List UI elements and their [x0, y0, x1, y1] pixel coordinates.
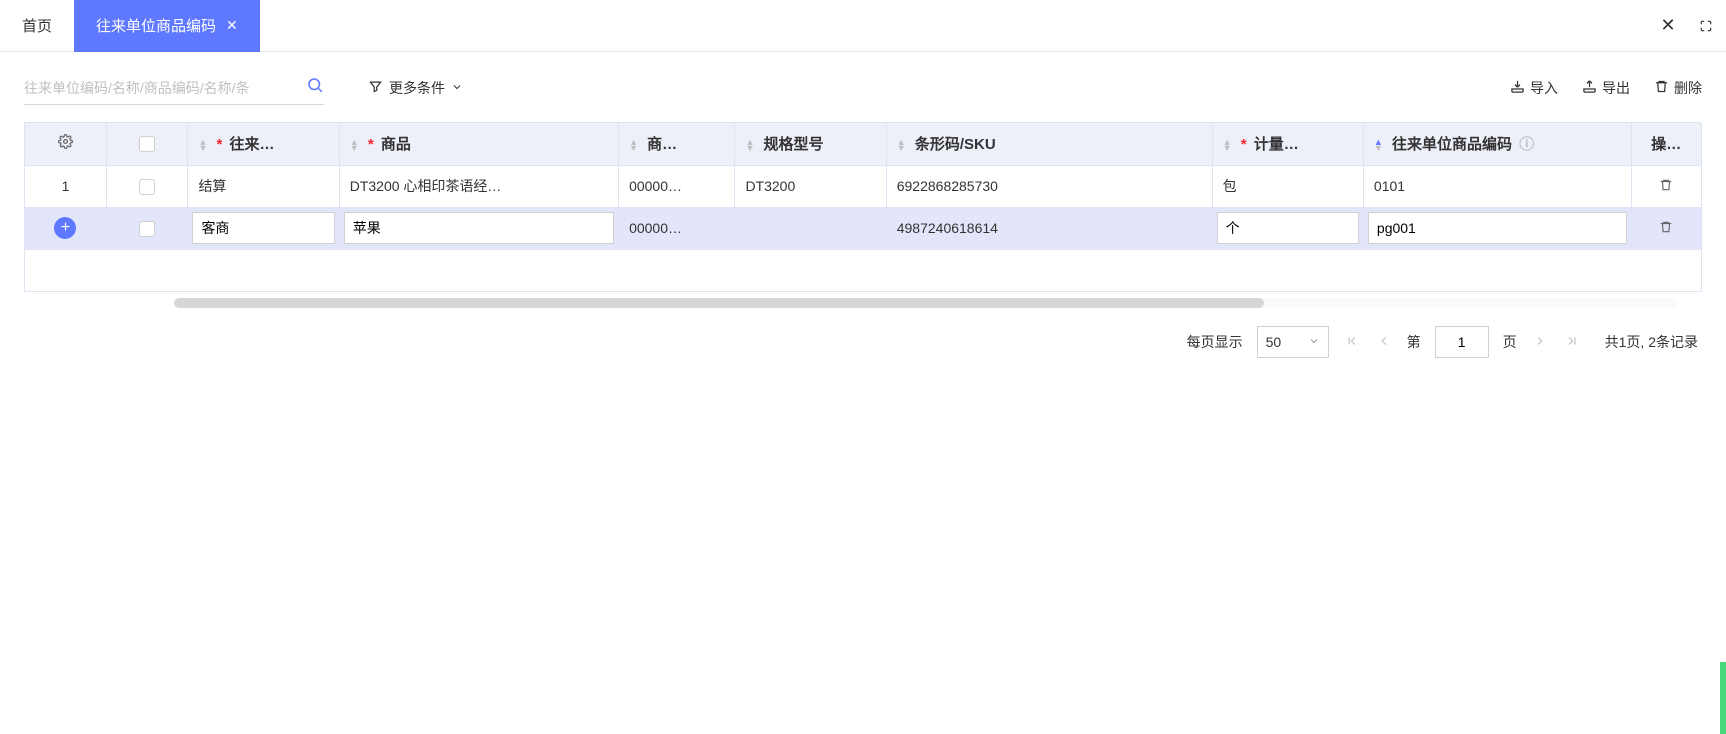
column-uom-label: 计量… [1254, 136, 1299, 153]
prev-page-button[interactable] [1375, 334, 1393, 351]
column-partner-product-code-label: 往来单位商品编码 [1392, 136, 1512, 153]
search-input[interactable] [24, 80, 302, 96]
sort-icon: ▲▼ [350, 139, 359, 151]
search-icon[interactable] [306, 76, 324, 99]
column-settings[interactable] [25, 123, 106, 165]
per-page-label: 每页显示 [1187, 332, 1243, 352]
column-action-label: 操… [1651, 136, 1681, 153]
required-star: * [217, 136, 223, 153]
row-checkbox[interactable] [139, 179, 155, 195]
uom-input[interactable] [1217, 212, 1359, 244]
page-input[interactable] [1435, 326, 1489, 358]
trash-icon[interactable] [1659, 179, 1673, 195]
cell-product[interactable]: DT3200 心相印茶语经… [339, 165, 618, 207]
cell-partner-product-code[interactable]: 0101 [1363, 165, 1631, 207]
column-product-code-label: 商… [647, 136, 677, 153]
column-barcode[interactable]: ▲▼ 条形码/SKU [886, 123, 1212, 165]
export-button[interactable]: 导出 [1582, 78, 1630, 98]
last-page-button[interactable] [1563, 334, 1581, 351]
table-empty-space [25, 249, 1701, 291]
data-table: ▲▼ * 往来… ▲▼ * 商品 ▲▼ 商… ▲▼ 规格型号 [25, 123, 1701, 291]
chevron-down-icon [451, 81, 463, 96]
sort-icon: ▲▼ [897, 139, 906, 151]
partner-input[interactable] [192, 212, 334, 244]
close-all-icon[interactable]: ✕ [1658, 16, 1678, 36]
table-header-row: ▲▼ * 往来… ▲▼ * 商品 ▲▼ 商… ▲▼ 规格型号 [25, 123, 1701, 165]
toolbar: 更多条件 导入 导出 删除 [0, 62, 1726, 114]
cell-product-code: 00000… [619, 165, 735, 207]
tab-home-label: 首页 [22, 15, 52, 36]
column-partner[interactable]: ▲▼ * 往来… [188, 123, 339, 165]
sort-icon: ▲▼ [1374, 139, 1383, 151]
partner-product-code-input[interactable] [1368, 212, 1627, 244]
per-page-value: 50 [1266, 334, 1282, 350]
product-input[interactable] [344, 212, 614, 244]
sort-icon: ▲▼ [745, 139, 754, 151]
fullscreen-icon[interactable] [1696, 16, 1716, 36]
cell-product-code: 00000… [619, 207, 735, 249]
help-icon[interactable]: ⓘ [1519, 136, 1534, 153]
page-label-suffix: 页 [1503, 332, 1517, 352]
sort-icon: ▲▼ [629, 139, 638, 151]
gear-icon [58, 136, 73, 153]
cell-uom[interactable]: 包 [1212, 165, 1363, 207]
chevron-down-icon [1308, 335, 1320, 350]
close-icon[interactable]: ✕ [226, 17, 238, 34]
column-partner-product-code[interactable]: ▲▼ 往来单位商品编码 ⓘ [1363, 123, 1631, 165]
row-checkbox[interactable] [139, 221, 155, 237]
cell-spec [735, 207, 886, 249]
column-uom[interactable]: ▲▼ * 计量… [1212, 123, 1363, 165]
trash-icon [1654, 79, 1669, 98]
next-page-button[interactable] [1531, 334, 1549, 351]
column-product[interactable]: ▲▼ * 商品 [339, 123, 618, 165]
pagination-summary: 共1页, 2条记录 [1605, 332, 1698, 352]
page-label-prefix: 第 [1407, 332, 1421, 352]
cell-spec: DT3200 [735, 165, 886, 207]
trash-icon[interactable] [1659, 221, 1673, 237]
import-icon [1510, 79, 1525, 98]
column-spec-label: 规格型号 [764, 136, 824, 153]
tab-partner-product-code[interactable]: 往来单位商品编码 ✕ [74, 0, 260, 52]
cell-barcode: 4987240618614 [886, 207, 1212, 249]
column-action: 操… [1631, 123, 1701, 165]
column-barcode-label: 条形码/SKU [915, 136, 996, 153]
import-label: 导入 [1530, 78, 1558, 98]
tab-home[interactable]: 首页 [0, 0, 74, 52]
import-button[interactable]: 导入 [1510, 78, 1558, 98]
column-checkbox[interactable] [106, 123, 187, 165]
per-page-select[interactable]: 50 [1257, 326, 1329, 358]
delete-button[interactable]: 删除 [1654, 78, 1702, 98]
tabs-bar: 首页 往来单位商品编码 ✕ ✕ [0, 0, 1726, 52]
tab-active-label: 往来单位商品编码 [96, 15, 216, 36]
cell-add: + [25, 207, 106, 249]
filter-icon [368, 79, 383, 98]
cell-index: 1 [25, 165, 106, 207]
more-filters-label: 更多条件 [389, 78, 445, 98]
pagination: 每页显示 50 第 页 共1页, 2条记录 [0, 312, 1726, 358]
sort-icon: ▲▼ [1223, 139, 1232, 151]
table-row[interactable]: 1 结算 DT3200 心相印茶语经… 00000… DT3200 692286… [25, 165, 1701, 207]
export-icon [1582, 79, 1597, 98]
cell-barcode: 6922868285730 [886, 165, 1212, 207]
first-page-button[interactable] [1343, 334, 1361, 351]
checkbox-all[interactable] [139, 136, 155, 152]
scrollbar-thumb[interactable] [174, 298, 1264, 308]
delete-label: 删除 [1674, 78, 1702, 98]
side-indicator [1720, 662, 1726, 734]
table-row[interactable]: + 00000… 4987240618614 [25, 207, 1701, 249]
column-product-code[interactable]: ▲▼ 商… [619, 123, 735, 165]
horizontal-scrollbar[interactable] [24, 298, 1702, 312]
more-filters-button[interactable]: 更多条件 [368, 78, 463, 98]
search-wrapper [24, 71, 324, 105]
column-product-label: 商品 [381, 136, 411, 153]
table-wrapper: ▲▼ * 往来… ▲▼ * 商品 ▲▼ 商… ▲▼ 规格型号 [24, 122, 1702, 292]
sort-icon: ▲▼ [198, 139, 207, 151]
required-star: * [368, 136, 374, 153]
column-partner-label: 往来… [230, 136, 275, 153]
export-label: 导出 [1602, 78, 1630, 98]
required-star: * [1241, 136, 1247, 153]
add-row-button[interactable]: + [54, 217, 76, 239]
column-spec[interactable]: ▲▼ 规格型号 [735, 123, 886, 165]
cell-partner[interactable]: 结算 [188, 165, 339, 207]
